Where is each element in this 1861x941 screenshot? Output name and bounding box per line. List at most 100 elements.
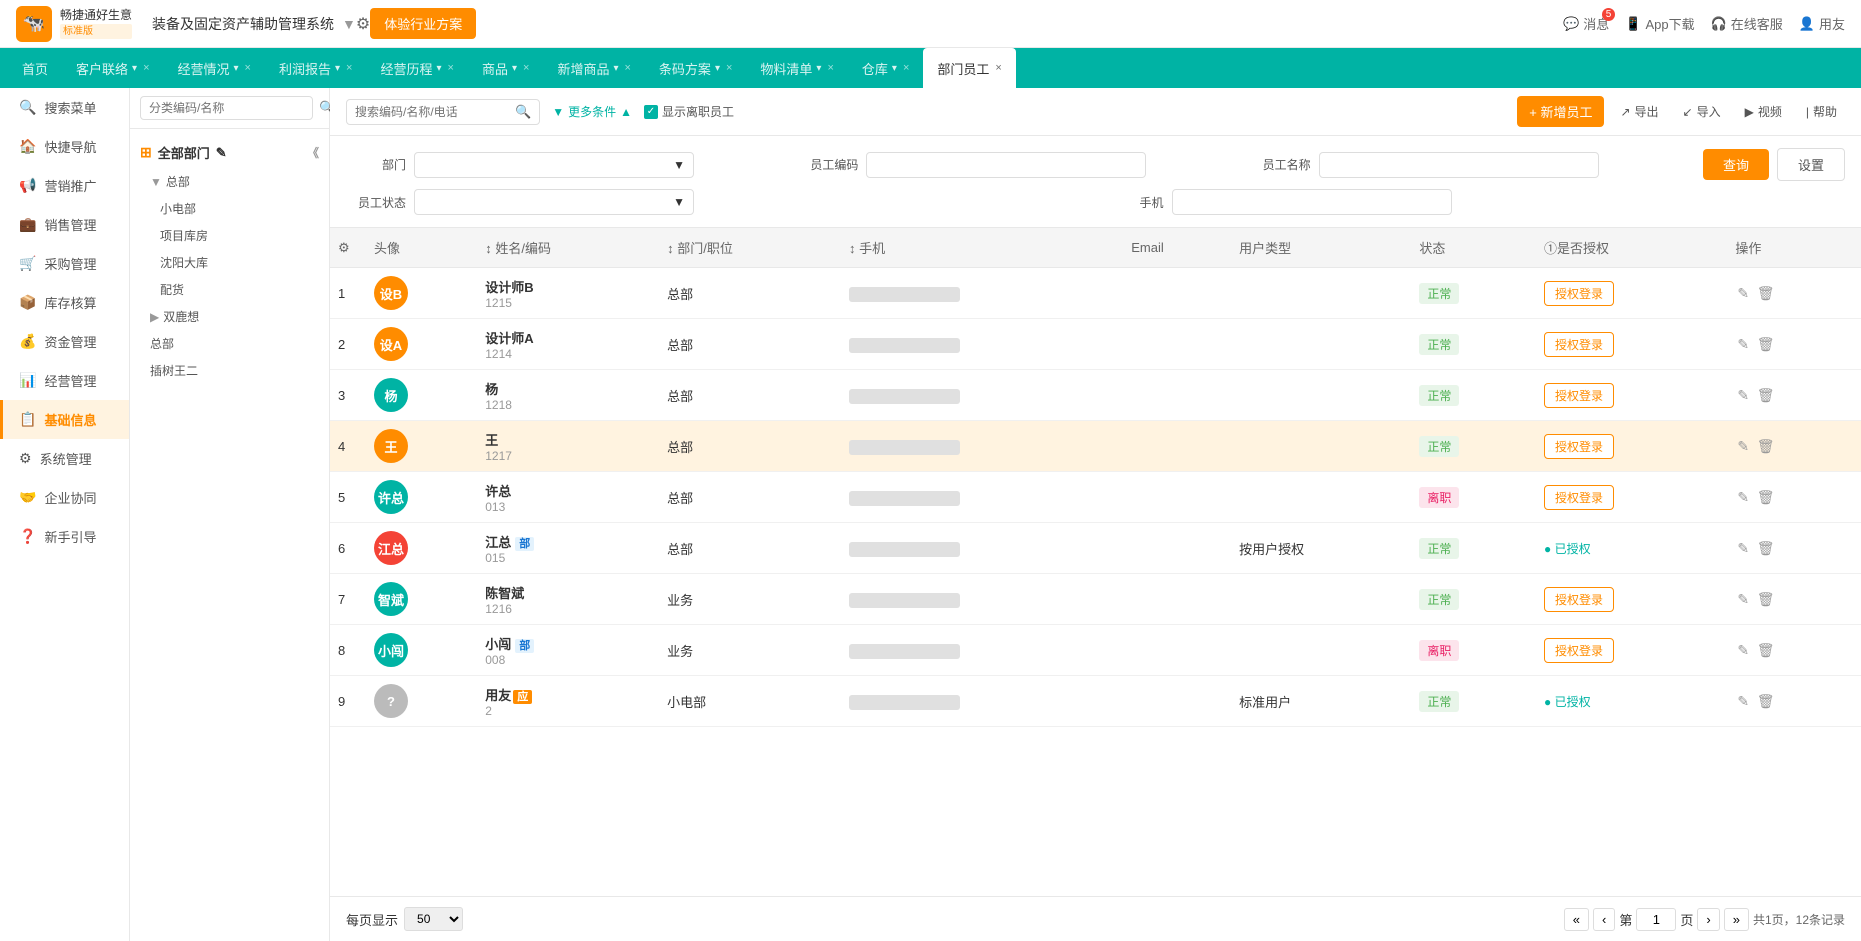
dept-search-input[interactable] (140, 96, 313, 120)
col-name[interactable]: ↕ 姓名/编码 (477, 228, 659, 268)
delete-icon[interactable]: 🗑 (1757, 438, 1775, 454)
help-button[interactable]: | 帮助 (1798, 99, 1845, 124)
import-button[interactable]: ↙ 导入 (1675, 99, 1729, 124)
auth-button[interactable]: 授权登录 (1544, 383, 1614, 408)
tab-profit[interactable]: 利润报告 ▾ × (265, 48, 366, 88)
phone-input[interactable] (1172, 189, 1452, 215)
edit-icon[interactable]: ✎ (216, 145, 227, 161)
tab-close-icon[interactable]: × (523, 62, 529, 74)
dept-node-project[interactable]: 项目库房 (130, 222, 329, 249)
col-dept[interactable]: ↕ 部门/职位 (659, 228, 841, 268)
sidebar-item-marketing[interactable]: 📢 营销推广 (0, 166, 129, 205)
more-conditions-button[interactable]: ▼ 更多条件 ▲ (552, 103, 632, 120)
cell-auth[interactable]: 授权登录 (1536, 268, 1727, 319)
edit-icon[interactable]: ✎ (1737, 591, 1749, 607)
tab-home[interactable]: 首页 (8, 48, 62, 88)
dept-node-zongbu[interactable]: 总部 (130, 330, 329, 357)
search-input[interactable] (355, 105, 515, 119)
tab-close-icon[interactable]: × (624, 62, 630, 74)
system-dropdown-icon[interactable]: ▼ (342, 16, 356, 32)
last-page-button[interactable]: » (1724, 908, 1749, 931)
tab-close-icon[interactable]: × (143, 62, 149, 74)
add-employee-button[interactable]: + 新增员工 (1517, 96, 1604, 127)
delete-icon[interactable]: 🗑 (1757, 336, 1775, 352)
collapse-button[interactable]: 《 (307, 144, 319, 161)
trial-button[interactable]: 体验行业方案 (370, 8, 476, 39)
tab-close-icon[interactable]: × (903, 62, 909, 74)
first-page-button[interactable]: « (1564, 908, 1589, 931)
show-resigned-checkbox[interactable] (644, 105, 658, 119)
tab-close-icon[interactable]: × (726, 62, 732, 74)
sidebar-item-system[interactable]: ⚙ 系统管理 (0, 439, 129, 478)
dept-node-xiao-dian[interactable]: 小电部 (130, 195, 329, 222)
edit-icon[interactable]: ✎ (1737, 387, 1749, 403)
sidebar-item-sales[interactable]: 💼 销售管理 (0, 205, 129, 244)
cell-auth[interactable]: 授权登录 (1536, 421, 1727, 472)
per-page-select[interactable]: 50 20 100 (404, 907, 463, 931)
dept-filter-select[interactable]: ▼ (414, 152, 694, 178)
delete-icon[interactable]: 🗑 (1757, 387, 1775, 403)
delete-icon[interactable]: 🗑 (1757, 285, 1775, 301)
online-service-button[interactable]: 🎧 在线客服 (1711, 14, 1783, 33)
emp-code-input[interactable] (866, 152, 1146, 178)
tab-close-icon[interactable]: × (448, 62, 454, 74)
cell-auth[interactable]: 已授权 (1536, 523, 1727, 574)
reset-button[interactable]: 设置 (1777, 148, 1845, 181)
edit-icon[interactable]: ✎ (1737, 642, 1749, 658)
cell-auth[interactable]: 授权登录 (1536, 472, 1727, 523)
sidebar-item-operations-mgmt[interactable]: 📊 经营管理 (0, 361, 129, 400)
tab-operations[interactable]: 经营情况 ▾ × (164, 48, 265, 88)
prev-page-button[interactable]: ‹ (1593, 908, 1615, 931)
search-button[interactable]: 查询 (1703, 149, 1769, 180)
gear-icon[interactable]: ⚙ (356, 14, 370, 34)
tab-goods[interactable]: 商品 ▾ × (468, 48, 543, 88)
delete-icon[interactable]: 🗑 (1757, 642, 1775, 658)
sidebar-item-basic-info[interactable]: 📋 基础信息 (0, 400, 129, 439)
sidebar-item-finance[interactable]: 💰 资金管理 (0, 322, 129, 361)
dept-all-button[interactable]: ⊞ 全部部门 ✎ 《 (130, 137, 329, 168)
dept-node-chashuwang[interactable]: 插树王二 (130, 357, 329, 384)
auth-button[interactable]: 授权登录 (1544, 332, 1614, 357)
edit-icon[interactable]: ✎ (1737, 438, 1749, 454)
cell-auth[interactable]: 授权登录 (1536, 574, 1727, 625)
sidebar-item-guide[interactable]: ❓ 新手引导 (0, 517, 129, 556)
sidebar-item-cooperation[interactable]: 🤝 企业协同 (0, 478, 129, 517)
auth-button[interactable]: 授权登录 (1544, 638, 1614, 663)
cell-auth[interactable]: 授权登录 (1536, 625, 1727, 676)
emp-status-select[interactable]: ▼ (414, 189, 694, 215)
user-avatar-button[interactable]: 👤 用友 (1799, 14, 1845, 33)
sidebar-item-inventory[interactable]: 📦 库存核算 (0, 283, 129, 322)
video-button[interactable]: ▶ 视频 (1737, 99, 1790, 124)
emp-name-input[interactable] (1319, 152, 1599, 178)
dept-node-shenyang[interactable]: 沈阳大库 (130, 249, 329, 276)
tab-close-icon[interactable]: × (827, 62, 833, 74)
dept-node-zongbu-parent[interactable]: ▼ 总部 (130, 168, 329, 195)
delete-icon[interactable]: 🗑 (1757, 591, 1775, 607)
col-settings[interactable]: ⚙ (330, 228, 366, 268)
edit-icon[interactable]: ✎ (1737, 540, 1749, 556)
col-phone[interactable]: ↕ 手机 (841, 228, 1123, 268)
edit-icon[interactable]: ✎ (1737, 489, 1749, 505)
cell-auth[interactable]: 已授权 (1536, 676, 1727, 727)
tab-add-goods[interactable]: 新增商品 ▾ × (543, 48, 644, 88)
tab-bom[interactable]: 物料清单 ▾ × (746, 48, 847, 88)
tab-customer[interactable]: 客户联络 ▾ × (62, 48, 163, 88)
tab-warehouse[interactable]: 仓库 ▾ × (848, 48, 923, 88)
tab-employees[interactable]: 部门员工 × (923, 48, 1015, 88)
dept-node-shuangluxiang[interactable]: ▶ 双鹿想 (130, 303, 329, 330)
export-button[interactable]: ↗ 导出 (1612, 99, 1666, 124)
auth-button[interactable]: 授权登录 (1544, 587, 1614, 612)
sidebar-item-quick-nav[interactable]: 🏠 快捷导航 (0, 127, 129, 166)
message-button[interactable]: 💬 消息 5 (1563, 14, 1609, 33)
next-page-button[interactable]: › (1697, 908, 1719, 931)
auth-button[interactable]: 授权登录 (1544, 281, 1614, 306)
app-download-button[interactable]: 📱 App下载 (1625, 14, 1694, 33)
page-number-input[interactable] (1636, 908, 1676, 931)
tab-close-icon[interactable]: × (995, 62, 1001, 74)
tab-barcode[interactable]: 条码方案 ▾ × (645, 48, 746, 88)
delete-icon[interactable]: 🗑 (1757, 693, 1775, 709)
delete-icon[interactable]: 🗑 (1757, 489, 1775, 505)
auth-button[interactable]: 授权登录 (1544, 434, 1614, 459)
edit-icon[interactable]: ✎ (1737, 693, 1749, 709)
tab-close-icon[interactable]: × (346, 62, 352, 74)
